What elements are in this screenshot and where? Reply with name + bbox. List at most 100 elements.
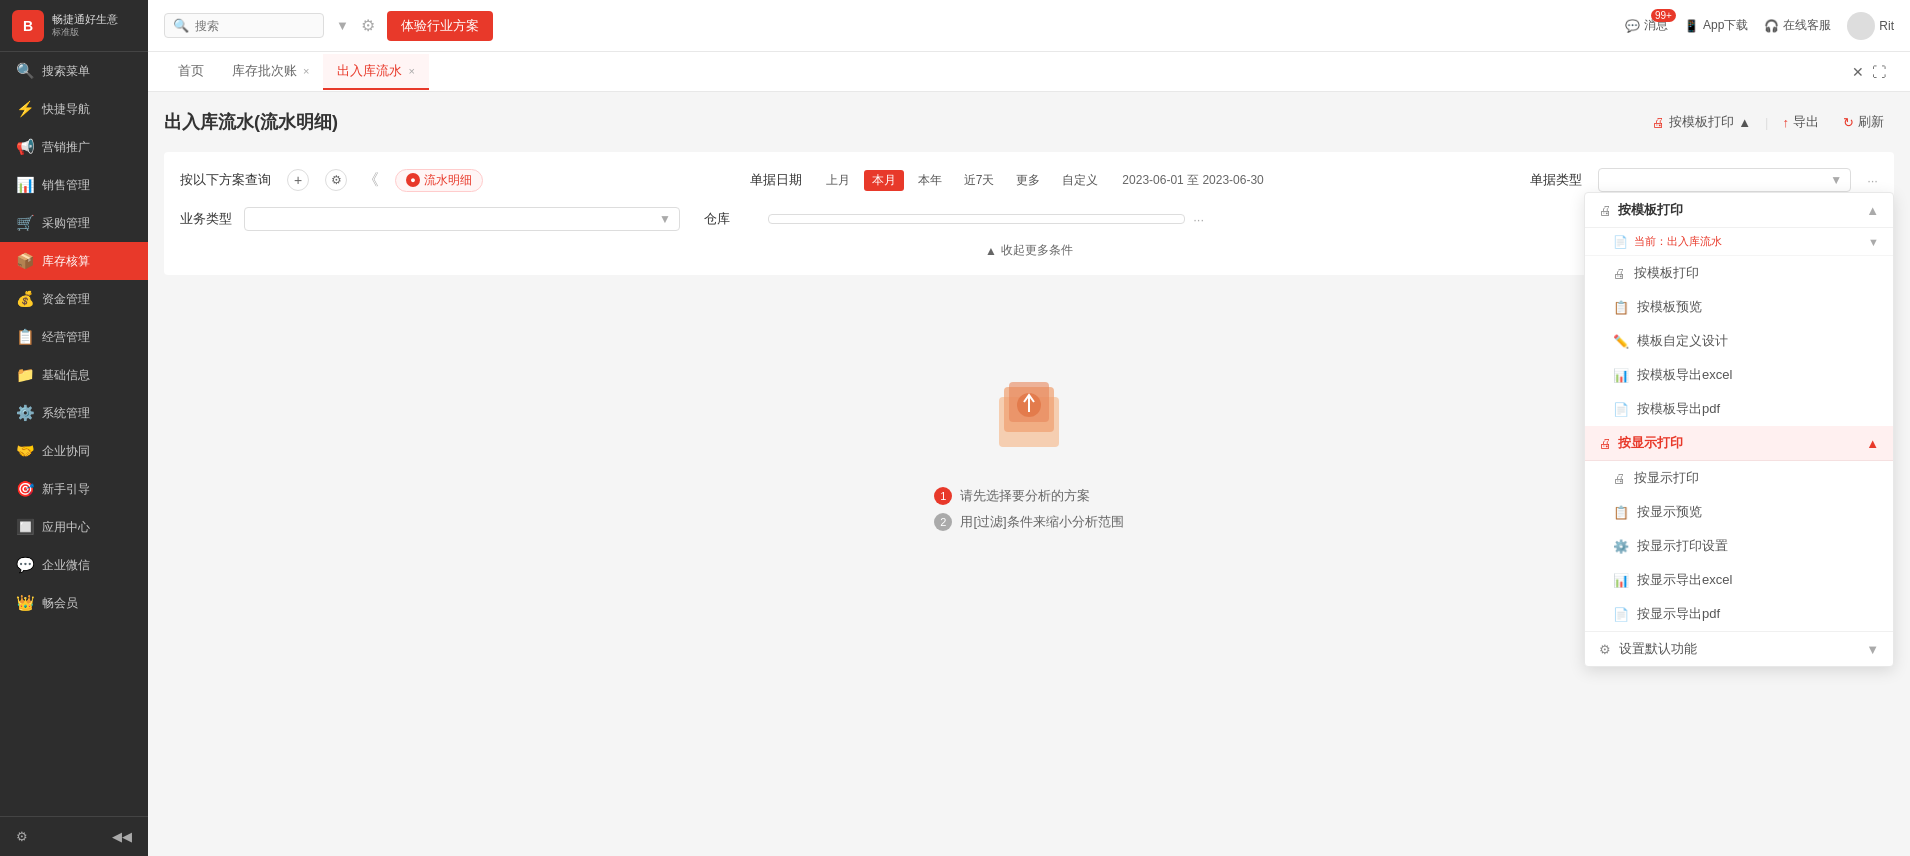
- refresh-button[interactable]: ↻ 刷新: [1833, 108, 1894, 136]
- dropdown-template-pdf[interactable]: 📄 按模板导出pdf: [1585, 392, 1893, 426]
- sidebar-item-marketing[interactable]: 📢 营销推广: [0, 128, 148, 166]
- template-print-button[interactable]: 🖨 按模板打印 ▲: [1642, 108, 1761, 136]
- business-type-arrow: ▼: [659, 212, 671, 226]
- dropdown-display-print-settings-label: 按显示打印设置: [1637, 537, 1728, 555]
- inventory-icon: 📦: [16, 252, 34, 270]
- download-icon: 📱: [1684, 19, 1699, 33]
- warehouse-more-btn[interactable]: ···: [1193, 212, 1204, 227]
- sidebar-item-operations[interactable]: 📋 经营管理: [0, 318, 148, 356]
- avatar-image: [1847, 12, 1875, 40]
- panel-collapse-arrow[interactable]: ▲: [1866, 203, 1879, 218]
- date-btn-more[interactable]: 更多: [1008, 170, 1048, 191]
- tab-inout-flow-label: 出入库流水: [337, 62, 402, 80]
- display-excel-icon: 📊: [1613, 573, 1629, 588]
- display-pdf-icon: 📄: [1613, 607, 1629, 622]
- step-1-number: 1: [934, 487, 952, 505]
- warehouse-select[interactable]: [768, 214, 1185, 224]
- sidebar-item-inventory[interactable]: 📦 库存核算: [0, 242, 148, 280]
- sidebar-item-beginner[interactable]: 🎯 新手引导: [0, 470, 148, 508]
- settings-gear-icon[interactable]: ⚙: [361, 16, 375, 35]
- tabs-bar: 首页 库存批次账 × 出入库流水 × ✕ ⛶: [148, 52, 1910, 92]
- sidebar-item-label: 销售管理: [42, 177, 90, 194]
- dropdown-display-preview[interactable]: 📋 按显示预览: [1585, 495, 1893, 529]
- window-maximize-button[interactable]: ⛶: [1872, 64, 1886, 80]
- set-default-icon: ⚙: [1599, 642, 1611, 657]
- tab-home-label: 首页: [178, 62, 204, 80]
- tab-batch-account-close[interactable]: ×: [303, 65, 309, 77]
- window-close-button[interactable]: ✕: [1852, 64, 1864, 80]
- sidebar-item-label: 库存核算: [42, 253, 90, 270]
- filter-collapse-icon[interactable]: 《: [363, 170, 379, 191]
- tab-home[interactable]: 首页: [164, 54, 218, 90]
- dropdown-display-excel[interactable]: 📊 按显示导出excel: [1585, 563, 1893, 597]
- search-icon: 🔍: [173, 18, 189, 33]
- business-type-field: 业务类型 ▼: [180, 207, 680, 231]
- page-header: 出入库流水(流水明细) 🖨 按模板打印 ▲ | ↑ 导出 ↻ 刷新: [164, 108, 1894, 136]
- document-type-arrow: ▼: [1830, 173, 1842, 187]
- search-input[interactable]: [195, 19, 295, 33]
- quick-nav-icon: ⚡: [16, 100, 34, 118]
- document-type-select[interactable]: ▼: [1598, 168, 1851, 192]
- dropdown-set-default[interactable]: ⚙ 设置默认功能 ▼: [1585, 632, 1893, 666]
- dropdown-template-custom[interactable]: ✏️ 模板自定义设计: [1585, 324, 1893, 358]
- display-print-icon: 🖨: [1613, 471, 1626, 486]
- display-section-icon: 🖨: [1599, 436, 1612, 451]
- step-2-number: 2: [934, 513, 952, 531]
- sidebar-item-system[interactable]: ⚙️ 系统管理: [0, 394, 148, 432]
- export-button[interactable]: ↑ 导出: [1773, 108, 1830, 136]
- tab-inout-flow-close[interactable]: ×: [408, 65, 414, 77]
- dropdown-display-print[interactable]: 🖨 按显示打印: [1585, 461, 1893, 495]
- search-box[interactable]: 🔍: [164, 13, 324, 38]
- filter-add-button[interactable]: +: [287, 169, 309, 191]
- topbar: 🔍 ▼ ⚙ 体验行业方案 💬 消息 99+ 📱 App下载 🎧 在线客服 Rit: [148, 0, 1910, 52]
- sidebar-item-app-center[interactable]: 🔲 应用中心: [0, 508, 148, 546]
- date-btn-7days[interactable]: 近7天: [956, 170, 1003, 191]
- customer-service-button[interactable]: 🎧 在线客服: [1764, 17, 1831, 34]
- date-btn-this-year[interactable]: 本年: [910, 170, 950, 191]
- sidebar: B 畅捷通好生意 标准版 🔍 搜索菜单 ⚡ 快捷导航 📢 营销推广 📊 销售管理…: [0, 0, 148, 856]
- sidebar-settings-button[interactable]: ⚙: [12, 825, 32, 848]
- dropdown-display-pdf-label: 按显示导出pdf: [1637, 605, 1720, 623]
- dropdown-template-preview[interactable]: 📋 按模板预览: [1585, 290, 1893, 324]
- search-dropdown-button[interactable]: ▼: [336, 18, 349, 33]
- dropdown-template-print[interactable]: 🖨 按模板打印: [1585, 256, 1893, 290]
- user-avatar[interactable]: Rit: [1847, 12, 1894, 40]
- current-arrow: ▼: [1868, 236, 1879, 248]
- filter-tag-icon: ●: [406, 173, 420, 187]
- app-download-button[interactable]: 📱 App下载: [1684, 17, 1748, 34]
- date-btn-this-month[interactable]: 本月: [864, 170, 904, 191]
- date-btn-custom[interactable]: 自定义: [1054, 170, 1106, 191]
- sidebar-item-collab[interactable]: 🤝 企业协同: [0, 432, 148, 470]
- display-preview-icon: 📋: [1613, 505, 1629, 520]
- basic-info-icon: 📁: [16, 366, 34, 384]
- template-pdf-icon: 📄: [1613, 402, 1629, 417]
- sidebar-item-search[interactable]: 🔍 搜索菜单: [0, 52, 148, 90]
- dropdown-display-print-settings[interactable]: ⚙️ 按显示打印设置: [1585, 529, 1893, 563]
- tab-inout-flow[interactable]: 出入库流水 ×: [323, 54, 428, 90]
- industry-solution-button[interactable]: 体验行业方案: [387, 11, 493, 41]
- message-button[interactable]: 💬 消息 99+: [1625, 17, 1668, 34]
- sidebar-item-basic-info[interactable]: 📁 基础信息: [0, 356, 148, 394]
- sidebar-item-wechat[interactable]: 💬 企业微信: [0, 546, 148, 584]
- business-type-select[interactable]: ▼: [244, 207, 680, 231]
- dropdown-display-pdf[interactable]: 📄 按显示导出pdf: [1585, 597, 1893, 631]
- search-icon: 🔍: [16, 62, 34, 80]
- sidebar-item-finance[interactable]: 💰 资金管理: [0, 280, 148, 318]
- filter-settings-button[interactable]: ⚙: [325, 169, 347, 191]
- date-btn-last-month[interactable]: 上月: [818, 170, 858, 191]
- filter-tag-shuilv-mingxi[interactable]: ● 流水明细: [395, 169, 483, 192]
- sidebar-collapse-button[interactable]: ◀◀: [108, 825, 136, 848]
- tab-batch-account[interactable]: 库存批次账 ×: [218, 54, 323, 90]
- filter-row-1: 按以下方案查询 + ⚙ 《 ● 流水明细 单据日期 上月 本月 本年 近7天 更…: [180, 168, 1878, 192]
- dropdown-template-excel[interactable]: 📊 按模板导出excel: [1585, 358, 1893, 392]
- document-type-more-btn[interactable]: ···: [1867, 173, 1878, 188]
- sidebar-item-purchase[interactable]: 🛒 采购管理: [0, 204, 148, 242]
- sidebar-item-sales[interactable]: 📊 销售管理: [0, 166, 148, 204]
- sidebar-item-membership[interactable]: 👑 畅会员: [0, 584, 148, 622]
- dropdown-template-print-label: 按模板打印: [1634, 264, 1699, 282]
- template-preview-icon: 📋: [1613, 300, 1629, 315]
- dropdown-display-section-header[interactable]: 🖨 按显示打印 ▲: [1585, 426, 1893, 461]
- dropdown-display-excel-label: 按显示导出excel: [1637, 571, 1732, 589]
- empty-step-2: 2 用[过滤]条件来缩小分析范围: [934, 513, 1123, 531]
- sidebar-item-quick-nav[interactable]: ⚡ 快捷导航: [0, 90, 148, 128]
